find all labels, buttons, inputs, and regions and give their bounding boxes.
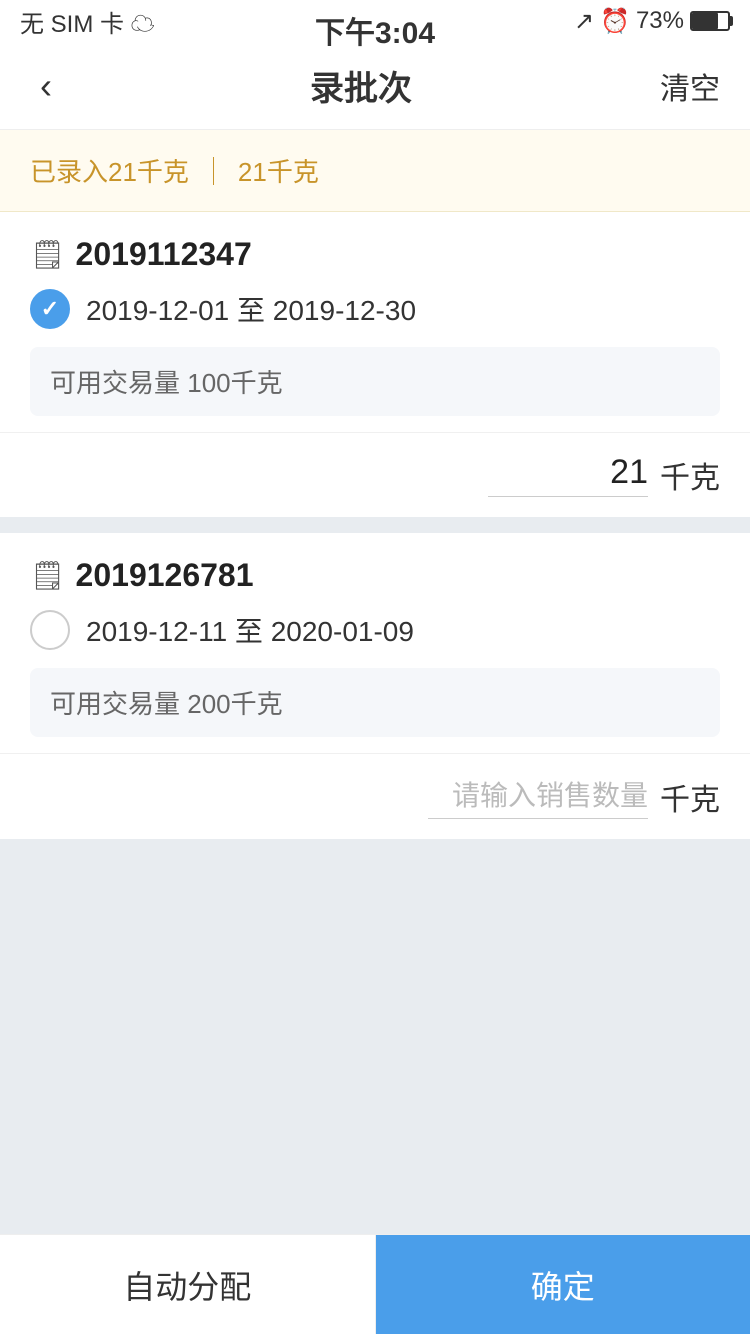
batch-icon-1: 🗒 bbox=[30, 238, 66, 271]
summary-label: 已录入21千克 bbox=[30, 152, 189, 189]
bottom-bar: 自动分配 确定 bbox=[0, 1234, 750, 1334]
amount-value-1[interactable]: 21 bbox=[610, 453, 648, 491]
available-text-2: 可用交易量 200千克 bbox=[50, 689, 283, 719]
batch-date-2: 2019-12-11 至 2020-01-09 bbox=[86, 610, 414, 650]
batch-id-2: 2019126781 bbox=[76, 557, 254, 594]
available-row-2: 可用交易量 200千克 bbox=[30, 668, 720, 737]
nav-bar: ‹ 录批次 清空 bbox=[0, 42, 750, 130]
amount-wrapper-1: 21 千克 bbox=[488, 453, 720, 497]
quantity-input-2[interactable]: 请输入销售数量 bbox=[428, 774, 648, 819]
batch-item-2: 🗒 2019126781 2019-12-11 至 2020-01-09 可用交… bbox=[0, 533, 750, 839]
battery-percent: 73% bbox=[636, 7, 684, 35]
amount-row-1: 21 千克 bbox=[0, 432, 750, 517]
summary-value: 21千克 bbox=[238, 152, 319, 189]
available-row-1: 可用交易量 100千克 bbox=[30, 347, 720, 416]
summary-divider bbox=[213, 157, 214, 185]
auto-distribute-button[interactable]: 自动分配 bbox=[0, 1235, 376, 1334]
batch-date-1: 2019-12-01 至 2019-12-30 bbox=[86, 289, 416, 329]
battery-icon bbox=[690, 11, 730, 31]
input-row-2: 请输入销售数量 千克 bbox=[0, 753, 750, 839]
amount-unit-1: 千克 bbox=[660, 453, 720, 497]
batch-header-2: 🗒 2019126781 bbox=[0, 533, 750, 604]
confirm-button[interactable]: 确定 bbox=[376, 1235, 750, 1334]
sim-label: 无 SIM 卡 ☁ bbox=[20, 4, 155, 39]
batch-icon-2: 🗒 bbox=[30, 559, 66, 592]
batch-item-1: 🗒 2019112347 2019-12-01 至 2019-12-30 可用交… bbox=[0, 212, 750, 517]
status-bar: 无 SIM 卡 ☁ 下午3:04 ↗ ⏰ 73% bbox=[0, 0, 750, 42]
batch-header-1: 🗒 2019112347 bbox=[0, 212, 750, 283]
gray-area bbox=[0, 839, 750, 1269]
radio-button-1[interactable] bbox=[30, 289, 70, 329]
batch-date-row-2[interactable]: 2019-12-11 至 2020-01-09 bbox=[0, 604, 750, 660]
section-divider bbox=[0, 517, 750, 533]
batch-date-row-1[interactable]: 2019-12-01 至 2019-12-30 bbox=[0, 283, 750, 339]
back-button[interactable]: ‹ bbox=[30, 55, 62, 117]
radio-button-2[interactable] bbox=[30, 610, 70, 650]
status-time: 下午3:04 bbox=[315, 8, 435, 52]
amount-underline-1: 21 bbox=[488, 453, 648, 497]
status-right: ↗ ⏰ 73% bbox=[574, 7, 730, 36]
alarm-icon: ⏰ bbox=[600, 7, 630, 36]
available-text-1: 可用交易量 100千克 bbox=[50, 368, 283, 398]
status-left: 无 SIM 卡 ☁ bbox=[20, 4, 155, 39]
batch-id-1: 2019112347 bbox=[76, 236, 252, 273]
input-unit-2: 千克 bbox=[660, 775, 720, 819]
summary-bar: 已录入21千克 21千克 bbox=[0, 130, 750, 212]
signal-icon: ↗ bbox=[574, 7, 594, 36]
clear-button[interactable]: 清空 bbox=[660, 64, 720, 108]
page-title: 录批次 bbox=[310, 61, 412, 110]
